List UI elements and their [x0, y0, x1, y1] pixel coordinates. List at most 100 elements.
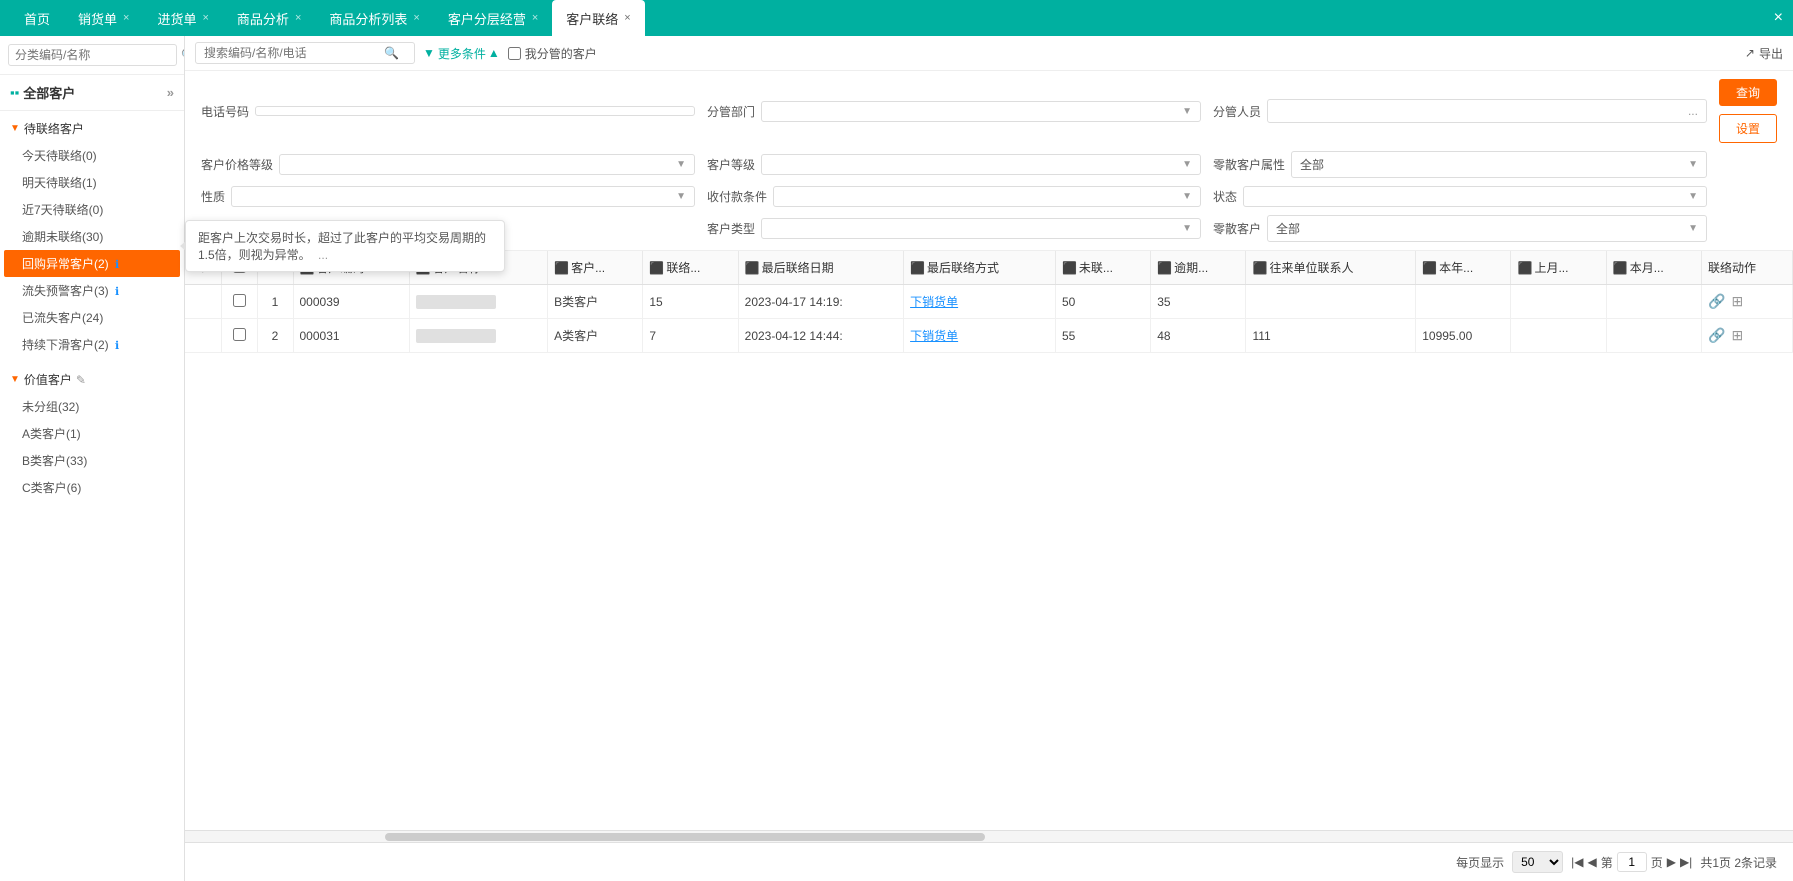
- sidebar-churned[interactable]: 已流失客户(24): [0, 304, 184, 331]
- sidebar-class-b[interactable]: B类客户(33): [0, 447, 184, 474]
- th-overdue: ⬛逾期...: [1151, 251, 1246, 285]
- td-this-year: [1416, 285, 1511, 319]
- td-last-date: 2023-04-12 14:44:: [738, 319, 903, 353]
- grid-icon[interactable]: ⊞: [1731, 293, 1743, 310]
- retail-customer-dropdown[interactable]: 全部 ▼: [1267, 215, 1707, 242]
- status-label: 状态: [1213, 188, 1237, 205]
- query-btn-group: 查询 设置: [1719, 79, 1777, 143]
- nav-product-analysis-list[interactable]: 商品分析列表 ×: [315, 0, 433, 36]
- td-num: 2: [257, 319, 293, 353]
- page-number-input[interactable]: [1617, 852, 1647, 872]
- td-contacts: [1246, 285, 1416, 319]
- retail-customer-label: 零散客户: [1213, 220, 1261, 237]
- search-icon[interactable]: 🔍: [384, 46, 399, 60]
- close-icon[interactable]: ×: [295, 12, 301, 24]
- close-icon[interactable]: ×: [123, 12, 129, 24]
- info-icon[interactable]: ℹ: [115, 286, 119, 298]
- row-checkbox[interactable]: [233, 294, 246, 307]
- sidebar-class-c[interactable]: C类客户(6): [0, 474, 184, 501]
- chevron-down-icon: ▼: [1688, 223, 1698, 234]
- nav-customer-contact[interactable]: 客户联络 ×: [552, 0, 644, 36]
- link-icon[interactable]: 🔗: [1708, 327, 1725, 344]
- sidebar-collapse-button[interactable]: »: [167, 85, 174, 100]
- th-this-month: ⬛本月...: [1606, 251, 1701, 285]
- first-page-button[interactable]: |◀: [1571, 855, 1583, 869]
- sidebar-value-title[interactable]: ▼ 价值客户 ✎: [0, 366, 184, 393]
- total-records: 共1页 2条记录: [1700, 854, 1777, 871]
- customer-level-label: 客户等级: [707, 156, 755, 173]
- sidebar-7days-pending[interactable]: 近7天待联络(0): [0, 196, 184, 223]
- search-input[interactable]: [204, 46, 384, 60]
- customer-type-dropdown[interactable]: ▼: [761, 218, 1201, 239]
- status-dropdown[interactable]: ▼: [1243, 186, 1707, 207]
- filter-bar: 🔍 ▼ 更多条件 ▲ 我分管的客户 ↗ 导出: [185, 36, 1793, 71]
- prev-page-button[interactable]: ◀: [1587, 855, 1596, 869]
- td-contact-count: 7: [643, 319, 738, 353]
- nav-customer-segment[interactable]: 客户分层经营 ×: [434, 0, 552, 36]
- nav-sales-order[interactable]: 销货单 ×: [64, 0, 143, 36]
- grid-icon[interactable]: ⊞: [1731, 327, 1743, 344]
- phone-input-field[interactable]: [255, 106, 695, 116]
- more-conditions-button[interactable]: ▼ 更多条件 ▲: [423, 45, 500, 62]
- sidebar-all-customers[interactable]: ▪▪ 全部客户 »: [0, 75, 184, 111]
- export-button[interactable]: ↗ 导出: [1745, 45, 1783, 62]
- sidebar-search-input[interactable]: [8, 44, 177, 66]
- sidebar-churn-warning[interactable]: 流失预警客户(3) ℹ: [0, 277, 184, 304]
- td-settings: [185, 285, 221, 319]
- sidebar-search-area: 🔍: [0, 36, 184, 75]
- nav-product-analysis[interactable]: 商品分析 ×: [223, 0, 315, 36]
- sidebar-tomorrow-pending[interactable]: 明天待联络(1): [0, 169, 184, 196]
- table-row: 2 000031 A类客户 7: [185, 319, 1793, 353]
- row-checkbox[interactable]: [233, 328, 246, 341]
- next-page-button[interactable]: ▶: [1667, 855, 1676, 869]
- customer-level-dropdown[interactable]: ▼: [761, 154, 1201, 175]
- left-sidebar: 🔍 ▪▪ 全部客户 » ▼ 待联络客户 今天待联络(0) 明天待联络(1) 近7…: [0, 36, 185, 881]
- close-icon[interactable]: ×: [202, 12, 208, 24]
- window-close-button[interactable]: ×: [1774, 9, 1783, 27]
- dept-dropdown[interactable]: ▼: [761, 101, 1201, 122]
- retail-attr-label: 零散客户属性: [1213, 156, 1285, 173]
- info-icon[interactable]: ℹ: [115, 259, 119, 271]
- info-icon[interactable]: ℹ: [115, 340, 119, 352]
- sidebar-repurchase-anomaly[interactable]: 回购异常客户(2) ℹ: [4, 250, 180, 277]
- per-page-label: 每页显示: [1456, 854, 1504, 871]
- my-customers-filter[interactable]: 我分管的客户: [508, 45, 597, 62]
- nav-home[interactable]: 首页: [10, 0, 64, 36]
- td-overdue: 48: [1151, 319, 1246, 353]
- sidebar-today-pending[interactable]: 今天待联络(0): [0, 142, 184, 169]
- close-icon[interactable]: ×: [413, 12, 419, 24]
- price-level-dropdown[interactable]: ▼: [279, 154, 695, 175]
- retail-attr-dropdown[interactable]: 全部 ▼: [1291, 151, 1707, 178]
- chevron-down-icon: ▼: [1182, 106, 1192, 117]
- gender-dropdown[interactable]: ▼: [231, 186, 695, 207]
- person-label: 分管人员: [1213, 103, 1261, 120]
- action-icons: 🔗 ⊞: [1708, 293, 1786, 310]
- payment-dropdown[interactable]: ▼: [773, 186, 1201, 207]
- customer-level-row: 客户等级 ▼: [707, 151, 1201, 178]
- edit-icon[interactable]: ✎: [76, 373, 86, 387]
- close-active-icon[interactable]: ×: [624, 12, 630, 24]
- th-contact-count: ⬛联络...: [643, 251, 738, 285]
- th-contacts: ⬛往来单位联系人: [1246, 251, 1416, 285]
- settings-button[interactable]: 设置: [1719, 114, 1777, 143]
- sidebar-overdue-contact[interactable]: 逾期未联络(30): [0, 223, 184, 250]
- nav-purchase-order[interactable]: 进货单 ×: [143, 0, 222, 36]
- sidebar-pending-title[interactable]: ▼ 待联络客户: [0, 115, 184, 142]
- th-this-year: ⬛本年...: [1416, 251, 1511, 285]
- scrollbar-thumb[interactable]: [385, 833, 985, 841]
- sidebar-class-a[interactable]: A类客户(1): [0, 420, 184, 447]
- price-level-label: 客户价格等级: [201, 156, 273, 173]
- sidebar-ungrouped[interactable]: 未分组(32): [0, 393, 184, 420]
- my-customers-checkbox[interactable]: [508, 47, 521, 60]
- link-icon[interactable]: 🔗: [1708, 293, 1725, 310]
- query-button[interactable]: 查询: [1719, 79, 1777, 106]
- dept-filter-row: 分管部门 ▼: [707, 79, 1201, 143]
- last-page-button[interactable]: ▶|: [1680, 855, 1692, 869]
- sidebar-declining[interactable]: 持续下滑客户(2) ℹ: [0, 331, 184, 358]
- person-field[interactable]: ...: [1267, 99, 1707, 123]
- td-contacts: 111: [1246, 319, 1416, 353]
- horizontal-scrollbar[interactable]: [185, 830, 1793, 842]
- close-icon[interactable]: ×: [532, 12, 538, 24]
- chevron-down-icon: ▼: [1688, 159, 1698, 170]
- per-page-select[interactable]: 50 20 100: [1512, 851, 1563, 873]
